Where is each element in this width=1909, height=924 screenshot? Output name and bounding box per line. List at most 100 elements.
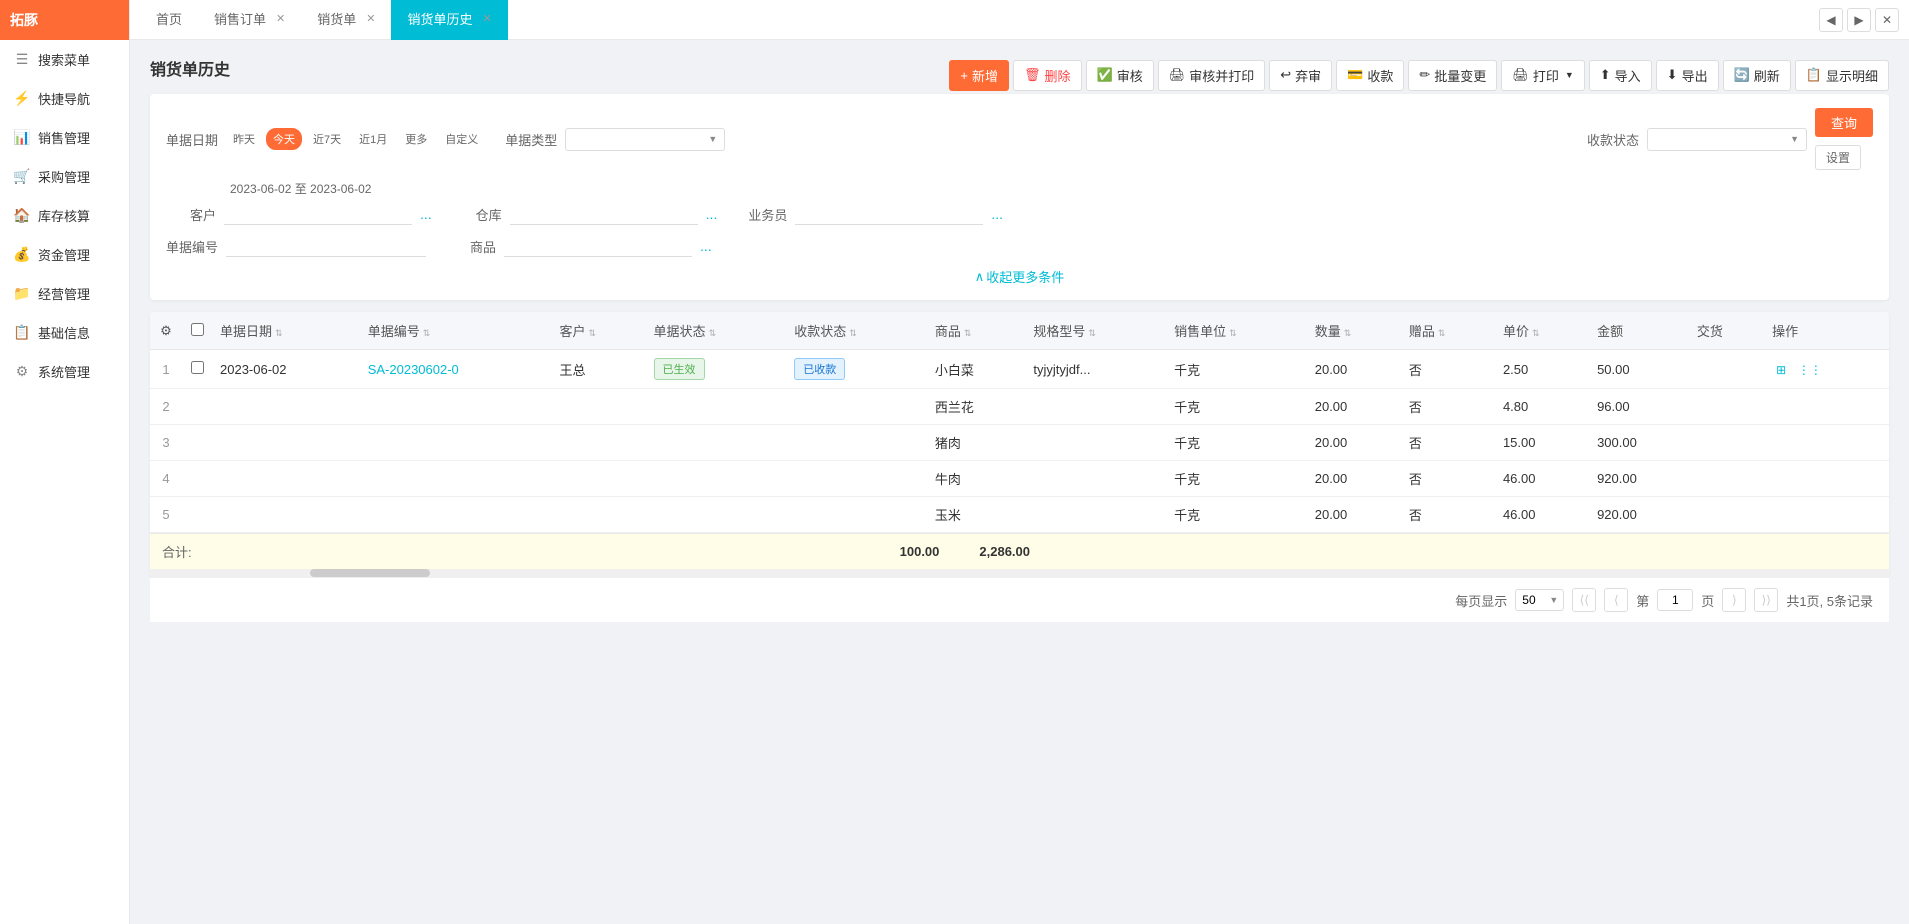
sidebar-item-basic-info[interactable]: 📋 基础信息 [0, 313, 129, 352]
review-print-button[interactable]: 🖨 审核并打印 [1158, 60, 1266, 91]
sidebar-item-purchase-mgmt[interactable]: 🛒 采购管理 [0, 157, 129, 196]
tab-sales-order-close[interactable]: ✕ [276, 12, 285, 25]
delete-button[interactable]: 🗑 删除 [1013, 60, 1082, 91]
show-detail-button[interactable]: 📋 显示明细 [1795, 60, 1889, 91]
tab-nav-right[interactable]: ▶ [1847, 8, 1871, 32]
col-customer[interactable]: 客户⇅ [551, 312, 645, 350]
row-qty: 20.00 [1307, 497, 1401, 533]
abandon-icon: ↩ [1280, 67, 1291, 83]
first-page-btn[interactable]: ⟨⟨ [1572, 588, 1596, 612]
tab-nav-left[interactable]: ◀ [1819, 8, 1843, 32]
col-doc-date[interactable]: 单据日期⇅ [212, 312, 360, 350]
scroll-bar[interactable] [150, 569, 1889, 577]
query-button[interactable]: 查询 [1815, 108, 1873, 137]
filter-salesman-item: 业务员 ... [737, 203, 1003, 225]
row-checkbox-cell [182, 350, 212, 389]
date-chip-yesterday[interactable]: 昨天 [226, 128, 262, 150]
col-gift[interactable]: 赠品⇅ [1401, 312, 1495, 350]
salesman-input[interactable] [795, 203, 983, 225]
row-spec [1025, 497, 1166, 533]
per-page-select[interactable]: 50 10 20 100 [1515, 589, 1564, 611]
page-input[interactable] [1657, 589, 1693, 611]
col-qty[interactable]: 数量⇅ [1307, 312, 1401, 350]
tab-sales-order[interactable]: 销售订单 ✕ [198, 0, 301, 40]
row-trade [1689, 497, 1764, 533]
row-qty: 20.00 [1307, 350, 1401, 389]
prev-page-btn[interactable]: ⟨ [1604, 588, 1628, 612]
collect-status-select[interactable] [1647, 128, 1807, 151]
row-amount: 50.00 [1589, 350, 1689, 389]
row-customer [551, 389, 645, 425]
abandon-button[interactable]: ↩ 弃审 [1269, 60, 1332, 91]
goods-dots-btn[interactable]: ... [700, 238, 712, 254]
last-page-btn[interactable]: ⟩⟩ [1754, 588, 1778, 612]
col-unit[interactable]: 销售单位⇅ [1166, 312, 1307, 350]
print-button[interactable]: 🖨 打印 [1501, 60, 1584, 91]
row-spec [1025, 425, 1166, 461]
refresh-icon: 🔄 [1734, 67, 1750, 83]
col-goods[interactable]: 商品⇅ [927, 312, 1026, 350]
row-checkbox[interactable] [191, 361, 204, 374]
date-chip-more[interactable]: 更多 [398, 128, 434, 150]
sidebar-item-inventory[interactable]: 🏠 库存核算 [0, 196, 129, 235]
sidebar-item-quick-nav[interactable]: ⚡ 快捷导航 [0, 79, 129, 118]
salesman-dots-btn[interactable]: ... [991, 206, 1003, 222]
doctype-select[interactable] [565, 128, 725, 151]
date-range-row: 2023-06-02 至 2023-06-02 [166, 180, 1873, 197]
tab-sales-invoice[interactable]: 销货单 ✕ [301, 0, 391, 40]
tab-sales-history-close[interactable]: ✕ [483, 12, 492, 25]
tab-home[interactable]: 首页 [140, 0, 198, 40]
quick-nav-icon: ⚡ [14, 91, 30, 107]
col-pay-status[interactable]: 收款状态⇅ [786, 312, 927, 350]
table-container: ⚙ 单据日期⇅ 单据编号⇅ 客户⇅ 单据状态⇅ 收款状态⇅ 商品⇅ 规格型号⇅ … [150, 312, 1889, 577]
batch-change-button[interactable]: ✏ 批量变更 [1408, 60, 1497, 91]
row-checkbox-cell [182, 497, 212, 533]
col-unit-price[interactable]: 单价⇅ [1495, 312, 1589, 350]
docno-input[interactable] [226, 235, 426, 257]
next-page-btn[interactable]: ⟩ [1722, 588, 1746, 612]
date-chip-today[interactable]: 今天 [266, 128, 302, 150]
sidebar-item-sys-mgmt[interactable]: ⚙ 系统管理 [0, 352, 129, 391]
warehouse-input[interactable] [510, 203, 698, 225]
col-spec[interactable]: 规格型号⇅ [1025, 312, 1166, 350]
refresh-button[interactable]: 🔄 刷新 [1723, 60, 1791, 91]
col-gear[interactable]: ⚙ [150, 312, 182, 350]
scroll-thumb[interactable] [310, 569, 430, 577]
collect-button[interactable]: 💳 收款 [1336, 60, 1404, 91]
col-doc-status[interactable]: 单据状态⇅ [646, 312, 787, 350]
tab-sales-history[interactable]: 销货单历史 ✕ [391, 0, 507, 40]
more-op-btn[interactable]: ⋮⋮ [1794, 363, 1826, 377]
date-chip-last1m[interactable]: 近1月 [352, 128, 394, 150]
sidebar-item-ops-mgmt[interactable]: 📁 经营管理 [0, 274, 129, 313]
setting-button[interactable]: 设置 [1815, 145, 1861, 170]
export-button[interactable]: ⬇ 导出 [1656, 60, 1719, 91]
date-chip-last7[interactable]: 近7天 [306, 128, 348, 150]
tab-close-all[interactable]: ✕ [1875, 8, 1899, 32]
import-button[interactable]: ⬆ 导入 [1589, 60, 1652, 91]
row-unit-price: 46.00 [1495, 461, 1589, 497]
customer-dots-btn[interactable]: ... [420, 206, 432, 222]
goods-input[interactable] [504, 235, 692, 257]
edit-op-btn[interactable]: ⊞ [1772, 363, 1790, 377]
row-doc-status [646, 389, 787, 425]
sidebar-item-finance-mgmt[interactable]: 💰 资金管理 [0, 235, 129, 274]
sidebar: 拓豚 ☰ 搜索菜单 ⚡ 快捷导航 📊 销售管理 🛒 采购管理 🏠 库存核算 💰 … [0, 0, 130, 924]
review-button[interactable]: ✅ 审核 [1086, 60, 1154, 91]
select-all-checkbox[interactable] [191, 323, 204, 336]
row-trade [1689, 461, 1764, 497]
row-doc-status: 已生效 [646, 350, 787, 389]
doc-no-link[interactable]: SA-20230602-0 [368, 362, 459, 377]
warehouse-dots-btn[interactable]: ... [706, 206, 718, 222]
new-button[interactable]: + 新增 [949, 60, 1009, 91]
collapse-icon: ∧ [975, 269, 985, 285]
tab-sales-invoice-close[interactable]: ✕ [366, 12, 375, 25]
collapse-btn[interactable]: ∧ 收起更多条件 [975, 267, 1065, 286]
sidebar-item-label: 经营管理 [38, 284, 90, 303]
date-chip-custom[interactable]: 自定义 [438, 128, 485, 150]
sort-icon-unit: ⇅ [1229, 328, 1237, 338]
customer-input[interactable] [224, 203, 412, 225]
sidebar-item-sales-mgmt[interactable]: 📊 销售管理 [0, 118, 129, 157]
sidebar-item-search-menu[interactable]: ☰ 搜索菜单 [0, 40, 129, 79]
salesman-label: 业务员 [737, 205, 787, 224]
col-doc-no[interactable]: 单据编号⇅ [360, 312, 552, 350]
